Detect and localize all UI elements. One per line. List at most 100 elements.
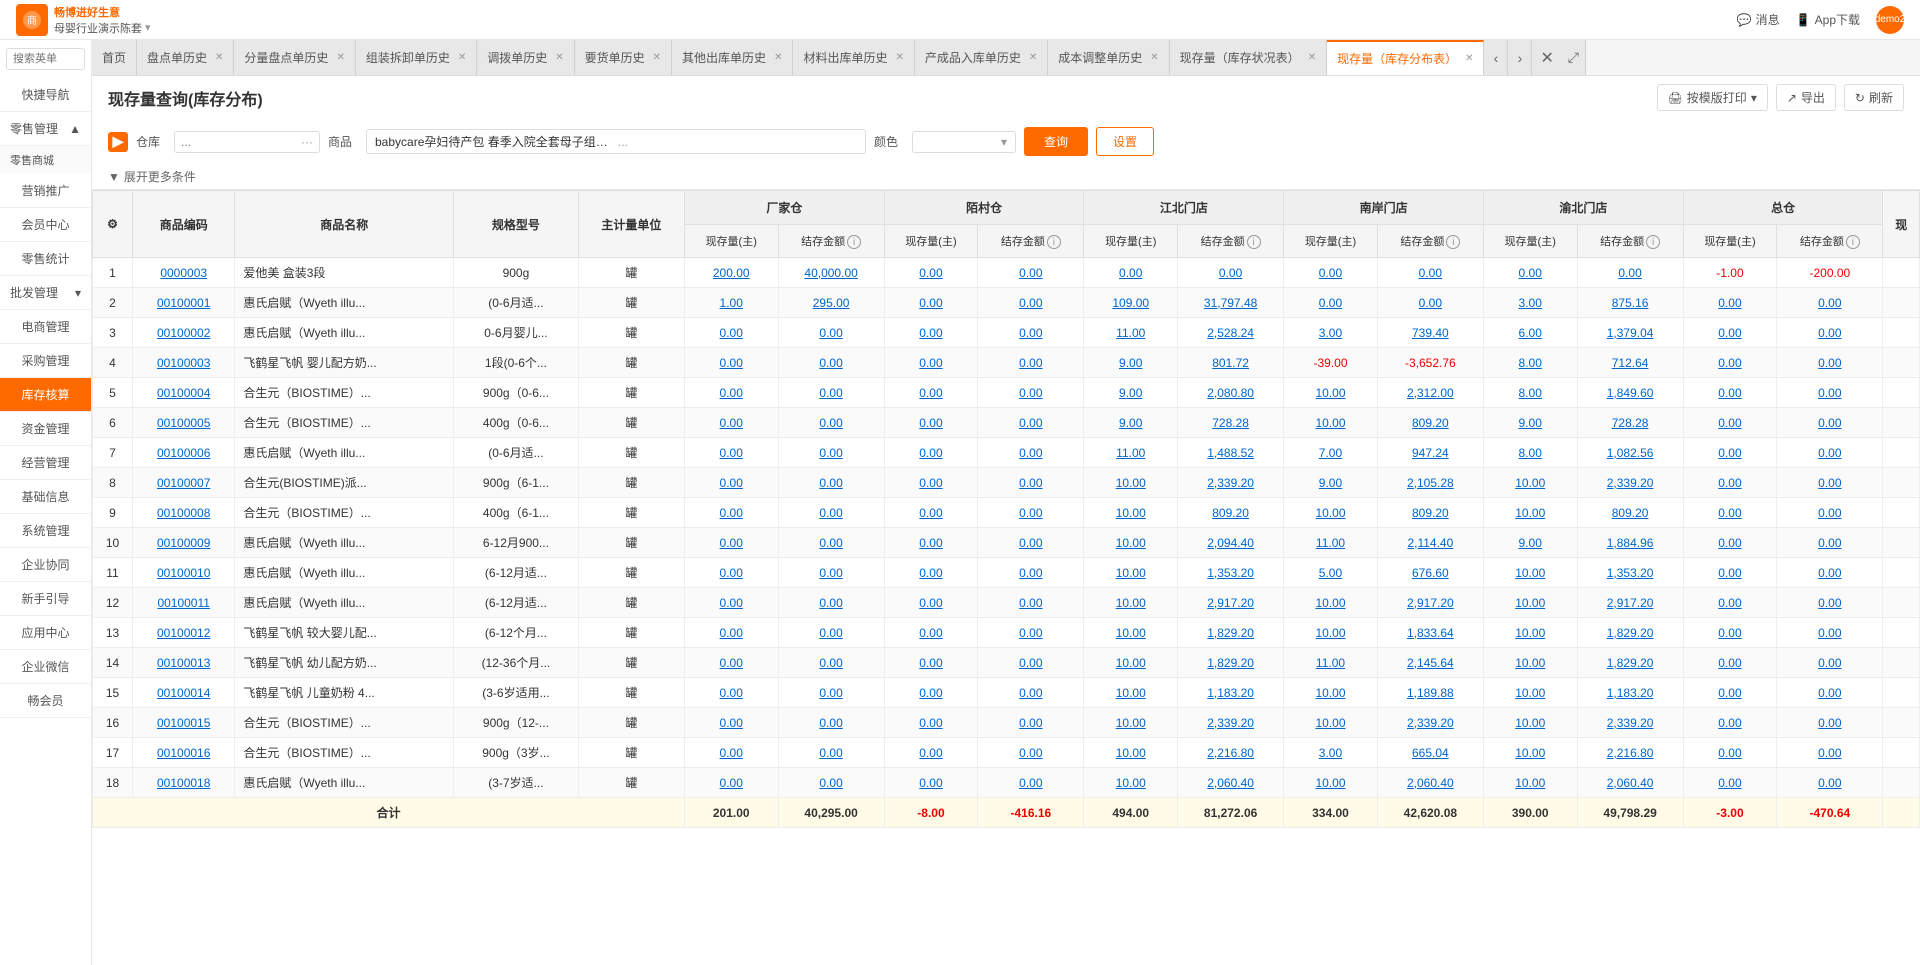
cell-code[interactable]: 00100013 xyxy=(133,648,235,678)
app-download-btn[interactable]: 📱 App下载 xyxy=(1796,11,1860,28)
cell-nanan-amount[interactable]: 0.00 xyxy=(1377,288,1483,318)
cell-yubei-stock[interactable]: 10.00 xyxy=(1483,558,1577,588)
info-icon[interactable]: i xyxy=(1446,235,1460,249)
cell-jiangbei-amount[interactable]: 1,353.20 xyxy=(1178,558,1284,588)
cell-total-stock[interactable]: 0.00 xyxy=(1683,588,1777,618)
cell-total-amount[interactable]: 0.00 xyxy=(1777,348,1883,378)
sidebar-item-quick-nav[interactable]: 快捷导航 xyxy=(0,78,91,112)
cell-factory-amount[interactable]: 0.00 xyxy=(778,438,884,468)
cell-nanan-stock[interactable]: 5.00 xyxy=(1284,558,1378,588)
cell-yubei-amount[interactable]: 1,829.20 xyxy=(1577,648,1683,678)
tab-next-btn[interactable]: › xyxy=(1508,40,1532,76)
cell-total-stock[interactable]: 0.00 xyxy=(1683,438,1777,468)
info-icon[interactable]: i xyxy=(1646,235,1660,249)
cell-total-amount[interactable]: 0.00 xyxy=(1777,378,1883,408)
cell-yubei-amount[interactable]: 2,339.20 xyxy=(1577,708,1683,738)
th-gear[interactable]: ⚙ xyxy=(93,191,133,258)
cell-total-amount[interactable]: 0.00 xyxy=(1777,768,1883,798)
cell-total-stock[interactable]: 0.00 xyxy=(1683,648,1777,678)
cell-jiangbei-amount[interactable]: 1,829.20 xyxy=(1178,648,1284,678)
cell-code[interactable]: 00100009 xyxy=(133,528,235,558)
cell-nanan-stock[interactable]: 11.00 xyxy=(1284,648,1378,678)
sidebar-item-sys-mgmt[interactable]: 系统管理 xyxy=(0,514,91,548)
cell-nanan-amount[interactable]: 676.60 xyxy=(1377,558,1483,588)
cell-mountain-stock[interactable]: 0.00 xyxy=(884,768,978,798)
cell-factory-stock[interactable]: 0.00 xyxy=(684,558,778,588)
cell-factory-stock[interactable]: 0.00 xyxy=(684,378,778,408)
cell-total-stock[interactable]: 0.00 xyxy=(1683,618,1777,648)
tab-stock-dist[interactable]: 现存量（库存分布表） ✕ xyxy=(1327,40,1484,76)
cell-mountain-amount[interactable]: 0.00 xyxy=(978,438,1084,468)
cell-mountain-stock[interactable]: 0.00 xyxy=(884,438,978,468)
tab-close-other-out[interactable]: ✕ xyxy=(774,52,782,63)
cell-jiangbei-stock[interactable]: 10.00 xyxy=(1084,738,1178,768)
cell-mountain-amount[interactable]: 0.00 xyxy=(978,618,1084,648)
cell-code[interactable]: 00100015 xyxy=(133,708,235,738)
cell-factory-amount[interactable]: 0.00 xyxy=(778,528,884,558)
cell-factory-stock[interactable]: 0.00 xyxy=(684,768,778,798)
cell-yubei-amount[interactable]: 728.28 xyxy=(1577,408,1683,438)
cell-jiangbei-stock[interactable]: 9.00 xyxy=(1084,378,1178,408)
query-btn[interactable]: 查询 xyxy=(1024,127,1088,156)
cell-code[interactable]: 0000003 xyxy=(133,258,235,288)
cell-jiangbei-amount[interactable]: 31,797.48 xyxy=(1178,288,1284,318)
cell-mountain-amount[interactable]: 0.00 xyxy=(978,468,1084,498)
cell-total-amount[interactable]: 0.00 xyxy=(1777,648,1883,678)
cell-yubei-amount[interactable]: 2,216.80 xyxy=(1577,738,1683,768)
cell-nanan-amount[interactable]: 809.20 xyxy=(1377,408,1483,438)
sidebar-item-ecommerce[interactable]: 电商管理 xyxy=(0,310,91,344)
sidebar-item-enterprise[interactable]: 企业协同 xyxy=(0,548,91,582)
tab-requisition[interactable]: 要货单历史 ✕ xyxy=(575,40,672,76)
cell-total-amount[interactable]: 0.00 xyxy=(1777,618,1883,648)
cell-mountain-amount[interactable]: 0.00 xyxy=(978,738,1084,768)
cell-jiangbei-amount[interactable]: 2,339.20 xyxy=(1178,468,1284,498)
cell-factory-amount[interactable]: 0.00 xyxy=(778,378,884,408)
cell-yubei-amount[interactable]: 712.64 xyxy=(1577,348,1683,378)
cell-nanan-stock[interactable]: 10.00 xyxy=(1284,708,1378,738)
expand-conditions-btn[interactable]: ▼ 展开更多条件 xyxy=(108,168,1904,185)
cell-total-amount[interactable]: 0.00 xyxy=(1777,738,1883,768)
cell-mountain-amount[interactable]: 0.00 xyxy=(978,678,1084,708)
tab-stock-status[interactable]: 现存量（库存状况表） ✕ xyxy=(1170,40,1327,76)
tab-product-in[interactable]: 产成品入库单历史 ✕ xyxy=(915,40,1048,76)
cell-total-amount[interactable]: 0.00 xyxy=(1777,408,1883,438)
cell-nanan-amount[interactable]: 2,105.28 xyxy=(1377,468,1483,498)
print-btn[interactable]: 🖨 按模版打印 ▾ xyxy=(1657,84,1768,111)
filter-toggle-btn[interactable]: ▶ xyxy=(108,132,128,152)
cell-jiangbei-stock[interactable]: 10.00 xyxy=(1084,708,1178,738)
cell-yubei-amount[interactable]: 2,917.20 xyxy=(1577,588,1683,618)
cell-factory-amount[interactable]: 0.00 xyxy=(778,738,884,768)
cell-factory-stock[interactable]: 0.00 xyxy=(684,528,778,558)
cell-jiangbei-amount[interactable]: 2,917.20 xyxy=(1178,588,1284,618)
sidebar-item-purchase[interactable]: 采购管理 xyxy=(0,344,91,378)
cell-factory-amount[interactable]: 0.00 xyxy=(778,648,884,678)
cell-nanan-stock[interactable]: 7.00 xyxy=(1284,438,1378,468)
cell-factory-stock[interactable]: 0.00 xyxy=(684,498,778,528)
cell-factory-stock[interactable]: 0.00 xyxy=(684,738,778,768)
cell-mountain-stock[interactable]: 0.00 xyxy=(884,648,978,678)
cell-nanan-amount[interactable]: 1,189.88 xyxy=(1377,678,1483,708)
cell-nanan-stock[interactable]: 0.00 xyxy=(1284,258,1378,288)
cell-factory-amount[interactable]: 0.00 xyxy=(778,318,884,348)
sidebar-item-retail-stats[interactable]: 零售统计 xyxy=(0,242,91,276)
cell-yubei-amount[interactable]: 1,379.04 xyxy=(1577,318,1683,348)
cell-yubei-stock[interactable]: 8.00 xyxy=(1483,438,1577,468)
tab-group-disassemble[interactable]: 组装拆卸单历史 ✕ xyxy=(356,40,477,76)
cell-total-stock[interactable]: 0.00 xyxy=(1683,738,1777,768)
cell-factory-stock[interactable]: 1.00 xyxy=(684,288,778,318)
cell-mountain-stock[interactable]: 0.00 xyxy=(884,678,978,708)
cell-total-amount[interactable]: 0.00 xyxy=(1777,588,1883,618)
cell-jiangbei-amount[interactable]: 2,094.40 xyxy=(1178,528,1284,558)
tab-transfer[interactable]: 调拨单历史 ✕ xyxy=(477,40,574,76)
cell-factory-amount[interactable]: 0.00 xyxy=(778,678,884,708)
cell-nanan-amount[interactable]: 2,339.20 xyxy=(1377,708,1483,738)
cell-jiangbei-amount[interactable]: 809.20 xyxy=(1178,498,1284,528)
cell-jiangbei-stock[interactable]: 10.00 xyxy=(1084,588,1178,618)
cell-total-stock[interactable]: 0.00 xyxy=(1683,678,1777,708)
cell-mountain-amount[interactable]: 0.00 xyxy=(978,708,1084,738)
cell-nanan-amount[interactable]: 2,145.64 xyxy=(1377,648,1483,678)
cell-total-stock[interactable]: 0.00 xyxy=(1683,498,1777,528)
msg-btn[interactable]: 💬 消息 xyxy=(1737,11,1780,28)
sidebar-item-new-guide[interactable]: 新手引导 xyxy=(0,582,91,616)
tab-prev-btn[interactable]: ‹ xyxy=(1484,40,1508,76)
